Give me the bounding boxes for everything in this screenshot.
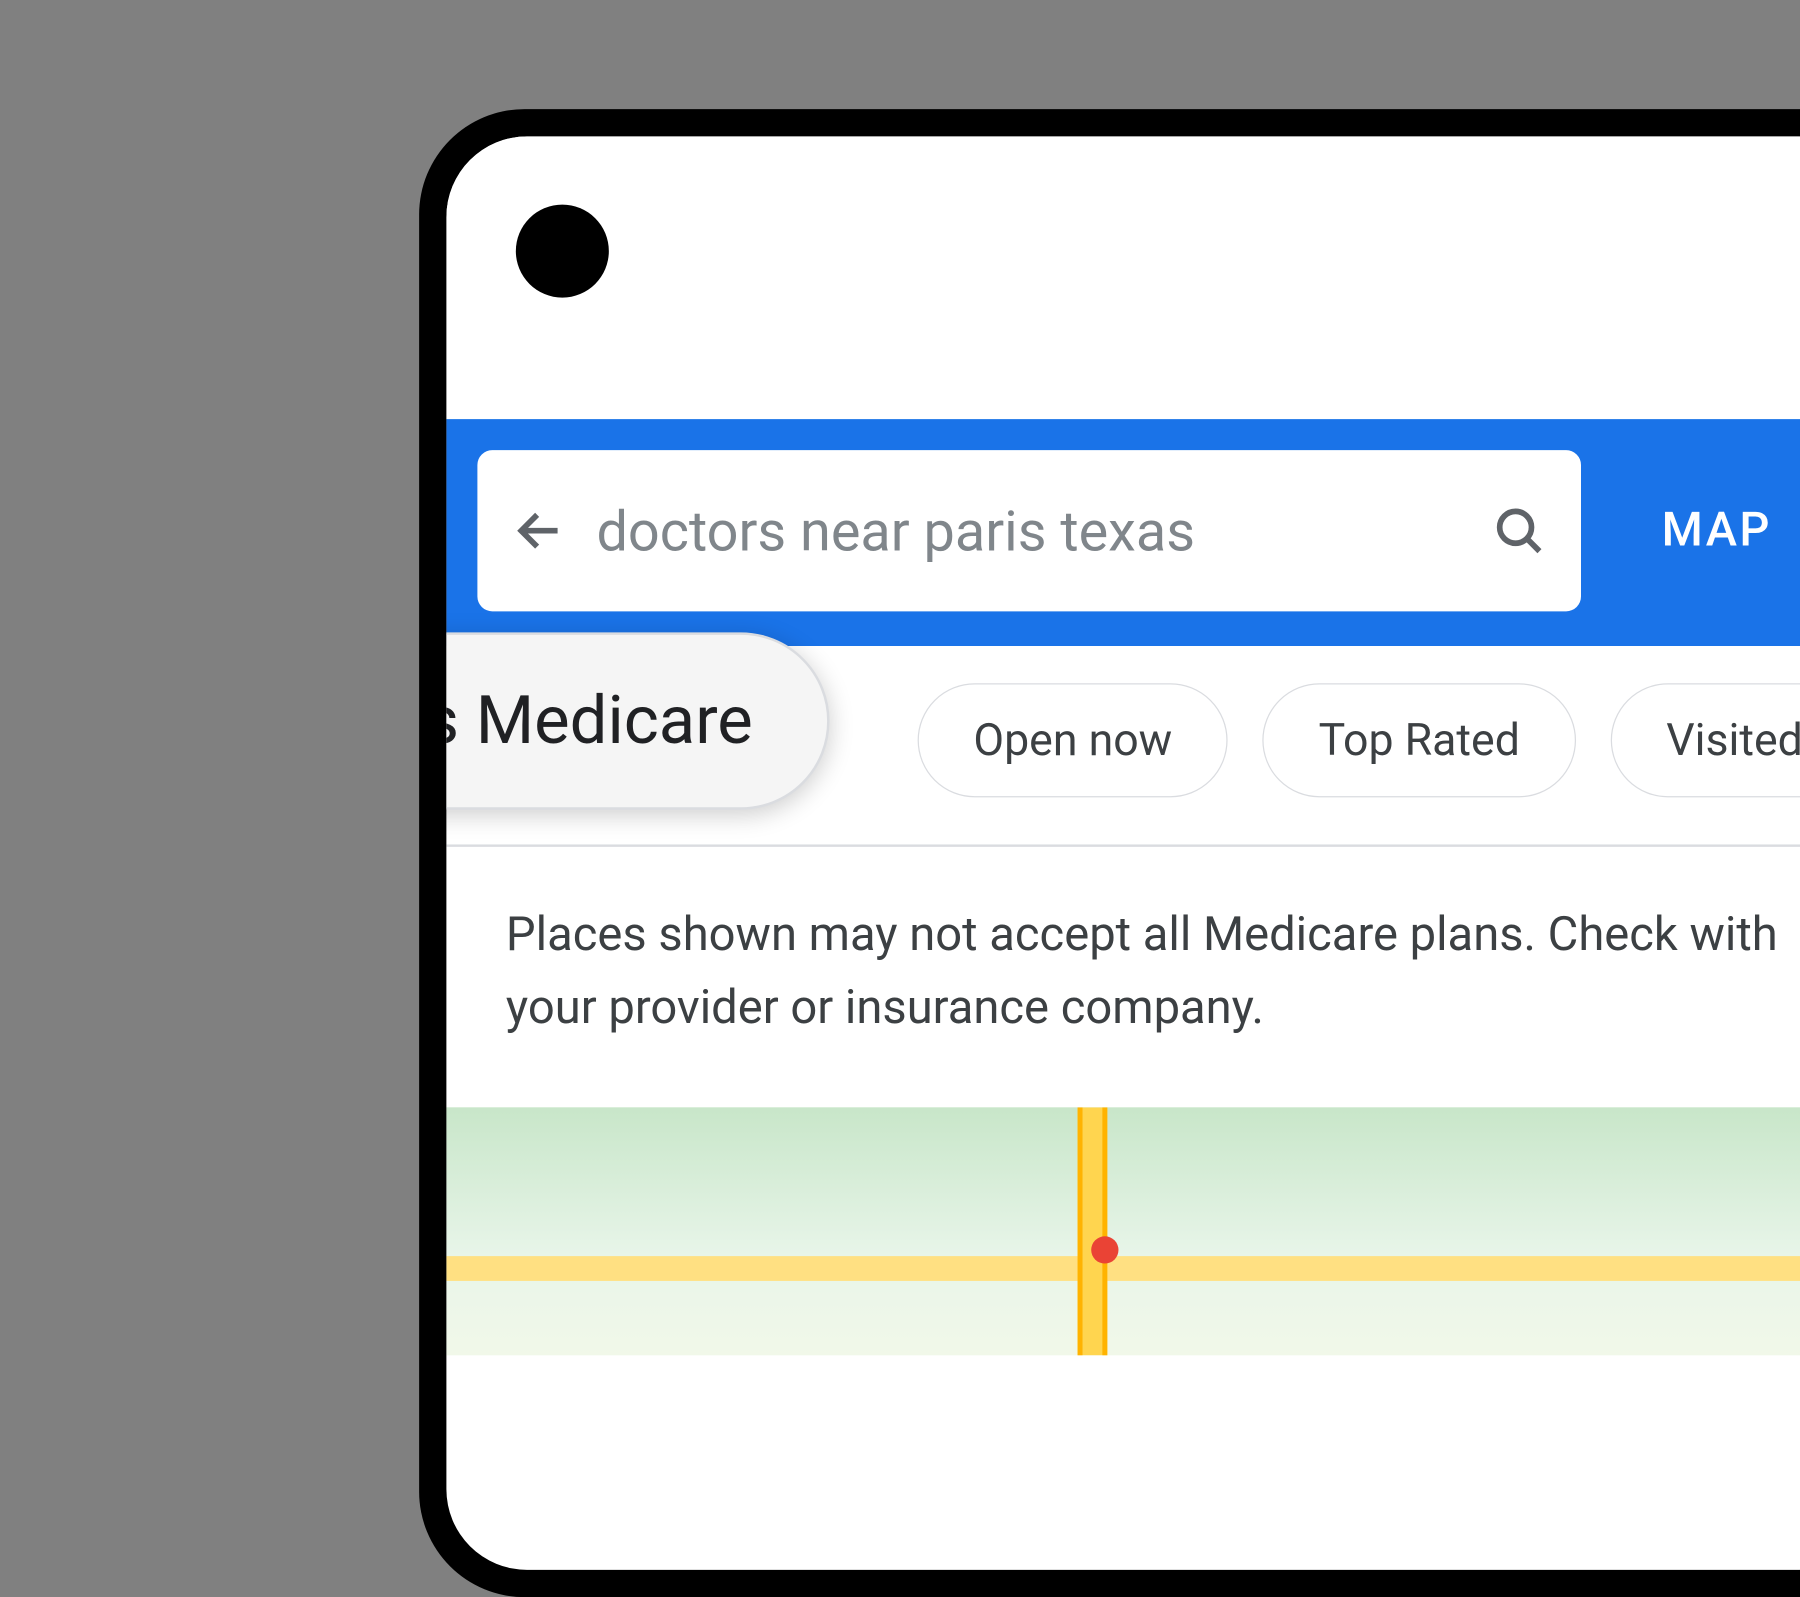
filter-chip-accepts-medicare[interactable]: Accepts Medicare: [446, 632, 829, 809]
phone-screen: MAP Accepts Medicare Open now Top Rated …: [446, 136, 1800, 1569]
back-arrow-icon[interactable]: [512, 503, 567, 558]
phone-frame: MAP Accepts Medicare Open now Top Rated …: [419, 109, 1800, 1597]
status-bar: [446, 136, 1800, 419]
filter-chip-visited[interactable]: Visited: [1610, 683, 1800, 797]
filter-chip-top-rated[interactable]: Top Rated: [1263, 683, 1576, 797]
filter-chip-open-now[interactable]: Open now: [918, 683, 1228, 797]
map-marker-icon: [1091, 1236, 1118, 1263]
search-input[interactable]: [567, 498, 1492, 564]
map-preview[interactable]: [446, 1107, 1800, 1355]
disclaimer-text: Places shown may not accept all Medicare…: [446, 847, 1800, 1107]
camera-cutout: [516, 205, 609, 298]
search-header: MAP: [446, 419, 1800, 646]
map-toggle-button[interactable]: MAP: [1618, 503, 1772, 558]
map-road: [1077, 1107, 1107, 1355]
map-road: [446, 1256, 1800, 1281]
search-box[interactable]: [477, 450, 1581, 611]
search-icon[interactable]: [1492, 503, 1547, 558]
